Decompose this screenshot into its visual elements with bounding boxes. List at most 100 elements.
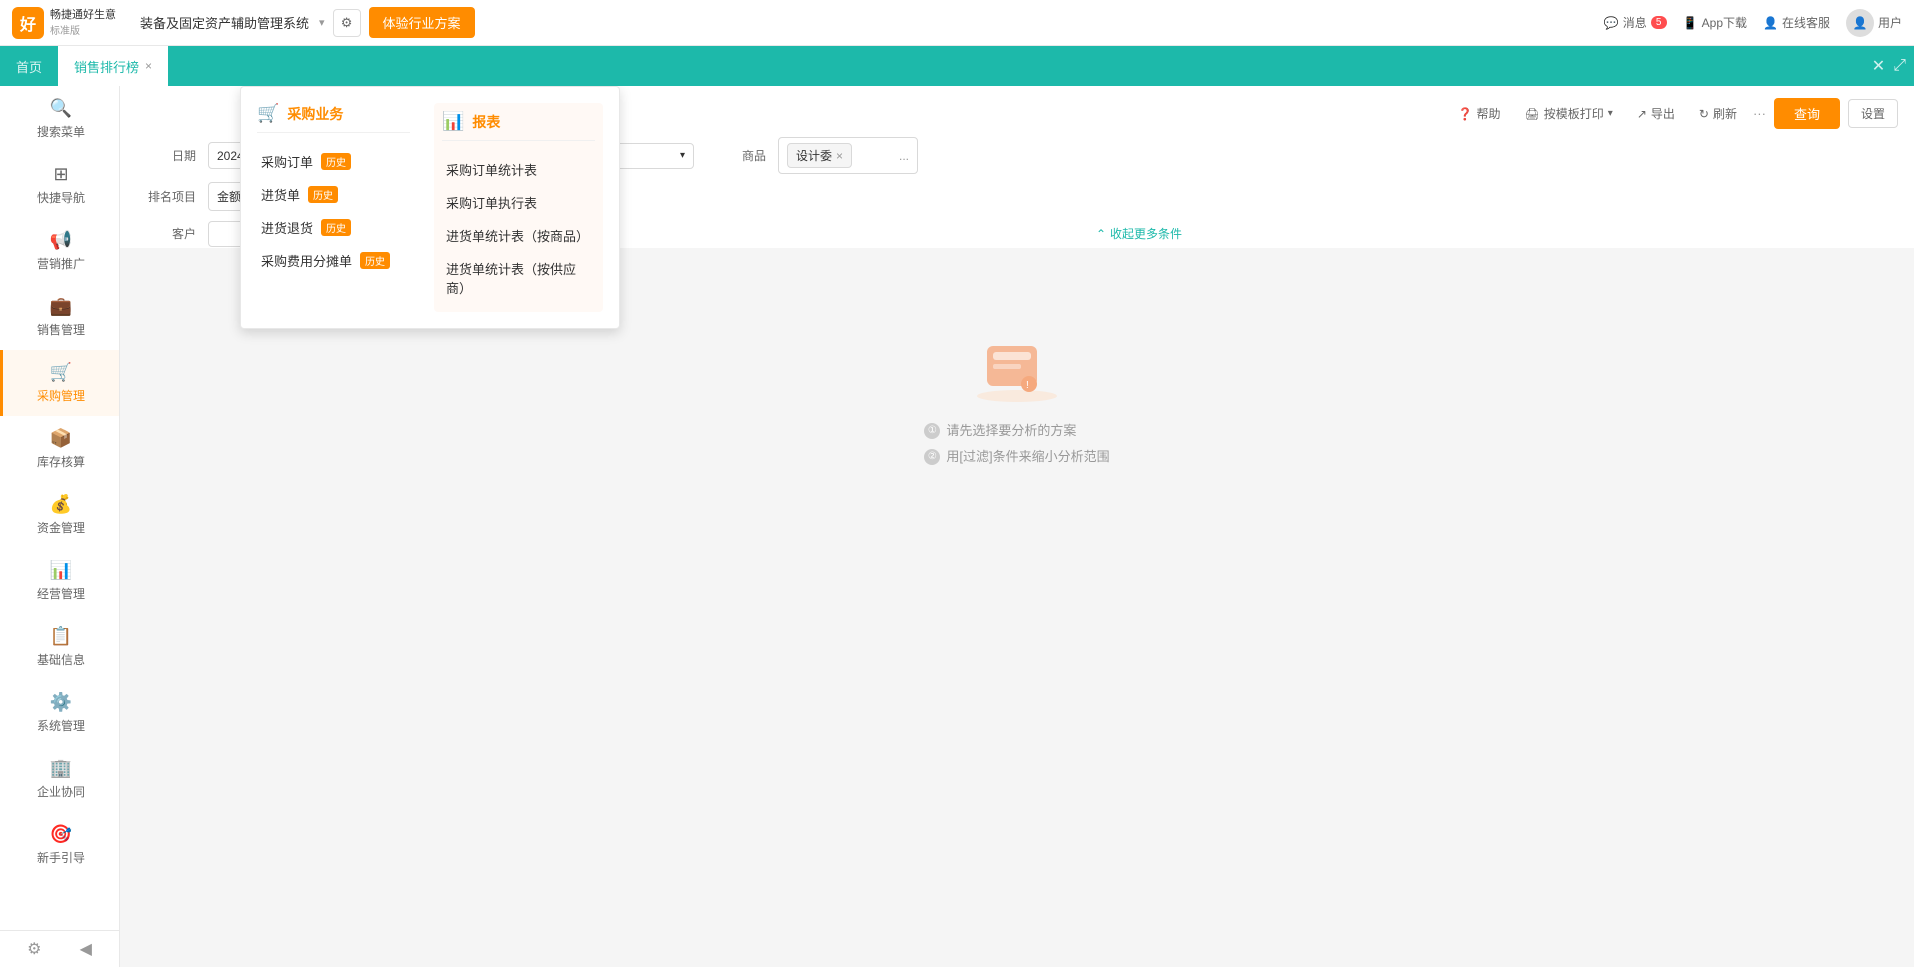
dropdown-col-reports: 📊 报表 采购订单统计表 采购订单执行表 进货单统计表（按商品） 进货单统计表（…	[434, 103, 603, 312]
menu-item-incoming-stat-goods[interactable]: 进货单统计表（按商品）	[442, 219, 595, 252]
sidebar-system-label: 系统管理	[37, 717, 85, 734]
export-label: 导出	[1651, 105, 1675, 122]
guide-icon: 🎯	[50, 824, 72, 845]
messages-badge: 5	[1651, 16, 1667, 29]
refresh-btn[interactable]: ↻ 刷新	[1691, 101, 1745, 126]
empty-illustration: !	[967, 326, 1067, 406]
app-download-label: App下载	[1702, 14, 1747, 31]
help-icon: ❓	[1458, 107, 1473, 121]
sidebar-item-guide[interactable]: 🎯 新手引导	[0, 812, 119, 878]
menu-item-return[interactable]: 进货退货 历史	[257, 211, 410, 244]
sidebar-item-inventory[interactable]: 📦 库存核算	[0, 416, 119, 482]
sidebar-item-quick-nav[interactable]: ⊞ 快捷导航	[0, 152, 119, 218]
tab-close-icon[interactable]: ✕	[1872, 56, 1885, 76]
help-label: 帮助	[1477, 105, 1501, 122]
tip-text-2: 用[过滤]条件来缩小分析范围	[946, 444, 1109, 470]
sidebar-item-marketing[interactable]: 📢 营销推广	[0, 218, 119, 284]
po-stat-label: 采购订单统计表	[446, 160, 537, 179]
refresh-label: 刷新	[1713, 105, 1737, 122]
industry-btn[interactable]: 体验行业方案	[369, 7, 475, 38]
operation-icon: 📊	[50, 560, 72, 581]
tab-home-label: 首页	[16, 57, 42, 76]
goods-tag-close[interactable]: ×	[836, 149, 843, 163]
export-btn[interactable]: ↗ 导出	[1629, 101, 1683, 126]
sidebar-marketing-label: 营销推广	[37, 255, 85, 272]
date-label: 日期	[136, 147, 196, 164]
purchase-order-label: 采购订单	[261, 152, 313, 171]
logo-icon: 好	[12, 7, 44, 39]
settings-icon-btn[interactable]: ⚙	[333, 9, 361, 37]
sidebar-item-search[interactable]: 🔍 搜索菜单	[0, 86, 119, 152]
sidebar-item-sales[interactable]: 💼 销售管理	[0, 284, 119, 350]
incoming-stat-supplier-label: 进货单统计表（按供应商）	[446, 259, 591, 297]
purchase-order-history[interactable]: 历史	[321, 153, 351, 170]
customer-label: 客户	[136, 225, 196, 242]
expense-label: 采购费用分摊单	[261, 251, 352, 270]
goods-label: 商品	[706, 147, 766, 164]
menu-item-purchase-order[interactable]: 采购订单 历史	[257, 145, 410, 178]
settings-btn[interactable]: 设置	[1848, 99, 1898, 128]
service-icon: 👤	[1763, 16, 1778, 30]
dropdown-col-purchase: 🛒 采购业务 采购订单 历史 进货单 历史 进货退货 历史 采购费用分摊单	[257, 103, 410, 312]
tip-text-1: 请先选择要分析的方案	[946, 418, 1076, 444]
empty-tip-1: ① 请先选择要分析的方案	[924, 418, 1109, 444]
avatar: 👤	[1846, 9, 1874, 37]
user-item[interactable]: 👤 用户	[1846, 9, 1902, 37]
collapse-btn[interactable]: ⌃ 收起更多条件	[1090, 219, 1188, 248]
sidebar-finance-label: 资金管理	[37, 519, 85, 536]
sidebar-collapse-btn[interactable]: ◀	[80, 939, 92, 959]
dropdown-col-reports-title: 📊 报表	[442, 111, 595, 141]
message-icon: 💬	[1604, 16, 1619, 30]
phone-icon: 📱	[1683, 16, 1698, 30]
sidebar-item-purchase[interactable]: 🛒 采购管理	[0, 350, 119, 416]
sidebar-item-finance[interactable]: 💰 资金管理	[0, 482, 119, 548]
empty-tips: ① 请先选择要分析的方案 ② 用[过滤]条件来缩小分析范围	[924, 418, 1109, 470]
sidebar-item-operation[interactable]: 📊 经营管理	[0, 548, 119, 614]
tab-home[interactable]: 首页	[0, 46, 58, 86]
logo-title: 畅捷通好生意	[50, 8, 116, 22]
expense-history[interactable]: 历史	[360, 252, 390, 269]
logo-subtitle: 标准版	[50, 22, 116, 37]
sidebar-search-label: 搜索菜单	[37, 123, 85, 140]
tab-close-btn[interactable]: ×	[145, 59, 152, 73]
system-dropdown-btn[interactable]: ▾	[319, 16, 325, 29]
user-label: 用户	[1878, 14, 1902, 31]
sidebar-item-enterprise[interactable]: 🏢 企业协同	[0, 746, 119, 812]
app-download-item[interactable]: 📱 App下载	[1683, 14, 1747, 31]
return-history[interactable]: 历史	[321, 219, 351, 236]
query-btn[interactable]: 查询	[1774, 98, 1840, 129]
incoming-history[interactable]: 历史	[308, 186, 338, 203]
svg-text:!: !	[1026, 380, 1029, 391]
tab-sales-ranking[interactable]: 销售排行榜 ×	[58, 46, 168, 86]
menu-item-po-stat[interactable]: 采购订单统计表	[442, 153, 595, 186]
menu-item-incoming-stat-supplier[interactable]: 进货单统计表（按供应商）	[442, 252, 595, 304]
help-btn[interactable]: ❓ 帮助	[1450, 101, 1509, 126]
goods-tag-value: 设计委	[796, 147, 832, 164]
quick-nav-icon: ⊞	[53, 164, 68, 185]
header-right: 💬 消息 5 📱 App下载 👤 在线客服 👤 用户	[1604, 9, 1902, 37]
tab-expand-icon[interactable]: ⤢	[1893, 57, 1906, 75]
toolbar-more-icon[interactable]: ···	[1753, 106, 1766, 121]
sidebar-item-basic[interactable]: 📋 基础信息	[0, 614, 119, 680]
goods-select[interactable]: 设计委 × ...	[778, 137, 918, 174]
sidebar-item-system[interactable]: ⚙️ 系统管理	[0, 680, 119, 746]
incoming-stat-goods-label: 进货单统计表（按商品）	[446, 226, 589, 245]
messages-item[interactable]: 💬 消息 5	[1604, 14, 1667, 31]
online-service-item[interactable]: 👤 在线客服	[1763, 14, 1830, 31]
collapse-label: 收起更多条件	[1110, 225, 1182, 242]
menu-item-po-exec[interactable]: 采购订单执行表	[442, 186, 595, 219]
system-name: 装备及固定资产辅助管理系统	[140, 13, 309, 32]
sidebar-sales-label: 销售管理	[37, 321, 85, 338]
menu-item-expense[interactable]: 采购费用分摊单 历史	[257, 244, 410, 277]
menu-item-incoming[interactable]: 进货单 历史	[257, 178, 410, 211]
sidebar-bottom: ⚙ ◀	[0, 930, 119, 967]
sidebar-settings-btn[interactable]: ⚙	[27, 939, 41, 959]
purchase-col-title-label: 采购业务	[287, 104, 343, 124]
refresh-icon: ↻	[1699, 107, 1709, 121]
top-header: 好 畅捷通好生意 标准版 装备及固定资产辅助管理系统 ▾ ⚙ 体验行业方案 💬 …	[0, 0, 1914, 46]
logo-text-area: 畅捷通好生意 标准版	[50, 8, 116, 37]
print-btn[interactable]: 🖨 按模板打印 ▾	[1517, 101, 1621, 126]
tab-sales-ranking-label: 销售排行榜	[74, 57, 139, 76]
empty-tip-2: ② 用[过滤]条件来缩小分析范围	[924, 444, 1109, 470]
collapse-icon: ⌃	[1096, 227, 1106, 241]
